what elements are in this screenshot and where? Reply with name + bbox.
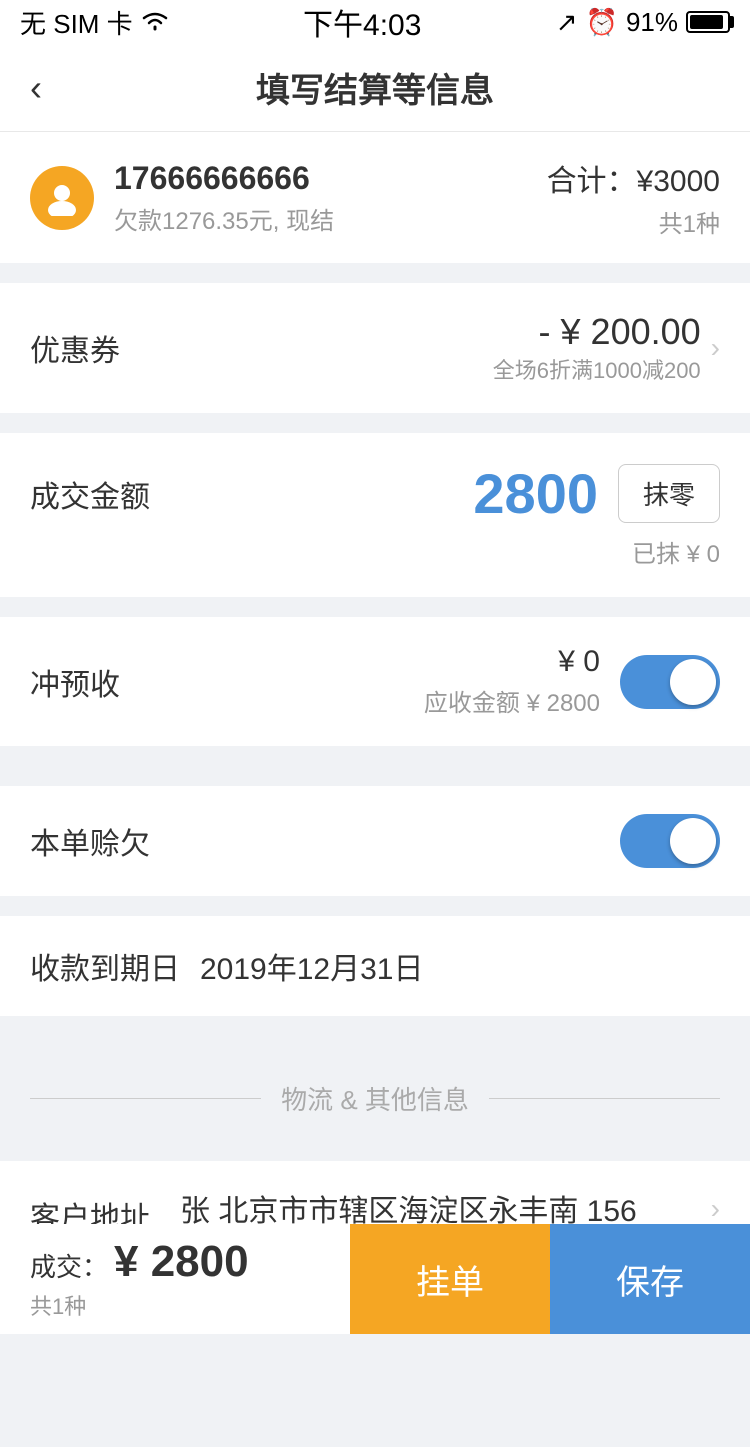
coupon-section[interactable]: 优惠券 - ¥ 200.00 全场6折满1000减200 › bbox=[0, 283, 750, 413]
deal-right: 2800 抹零 bbox=[473, 461, 720, 526]
prepay-label: 冲预收 bbox=[30, 660, 120, 704]
coupon-right: - ¥ 200.00 全场6折满1000减200 › bbox=[493, 311, 720, 385]
prepay-row: 冲预收 ¥ 0 应收金额 ¥ 2800 bbox=[30, 645, 720, 718]
prepay-sub: 应收金额 ¥ 2800 bbox=[424, 683, 600, 718]
wifi-icon bbox=[141, 7, 169, 38]
prepay-right: ¥ 0 应收金额 ¥ 2800 bbox=[424, 645, 720, 718]
bottom-deal-count: 共1种 bbox=[30, 1289, 320, 1321]
battery-icon bbox=[686, 11, 730, 33]
address-chevron: › bbox=[711, 1189, 720, 1225]
bottom-deal-label: 成交： bbox=[30, 1247, 108, 1284]
customer-sub: 欠款1276.35元, 现结 bbox=[114, 201, 334, 236]
coupon-chevron: › bbox=[711, 332, 720, 364]
status-time: 下午4:03 bbox=[303, 0, 421, 44]
total-amount: 合计：¥3000 bbox=[547, 156, 720, 200]
coupon-desc: 全场6折满1000减200 bbox=[493, 353, 701, 385]
carrier-text: 无 SIM 卡 bbox=[20, 4, 133, 41]
coupon-label: 优惠券 bbox=[30, 326, 120, 370]
duedate-value: 2019年12月31日 bbox=[200, 944, 423, 988]
deal-sub: 已抹 ¥ 0 bbox=[30, 534, 720, 569]
back-button[interactable]: ‹ bbox=[30, 67, 42, 109]
customer-info-section: 17666666666 欠款1276.35元, 现结 合计：¥3000 共1种 bbox=[0, 132, 750, 263]
nav-bar: ‹ 填写结算等信息 bbox=[0, 44, 750, 132]
overdue-label: 本单赊欠 bbox=[30, 819, 150, 863]
deal-value: 2800 bbox=[473, 461, 598, 526]
customer-phone: 17666666666 bbox=[114, 160, 334, 197]
status-carrier: 无 SIM 卡 bbox=[20, 4, 169, 41]
location-icon: ↗ bbox=[556, 7, 578, 38]
customer-left: 17666666666 欠款1276.35元, 现结 bbox=[30, 160, 334, 236]
prepay-section: 冲预收 ¥ 0 应收金额 ¥ 2800 bbox=[0, 617, 750, 746]
prepay-toggle[interactable] bbox=[620, 655, 720, 709]
toggle-knob bbox=[670, 659, 716, 705]
separator-1 bbox=[0, 766, 750, 786]
status-right-group: ↗ ⏰ 91% bbox=[556, 7, 730, 38]
duedate-label: 收款到期日 bbox=[30, 944, 180, 988]
round-down-button[interactable]: 抹零 bbox=[618, 464, 720, 523]
hold-button[interactable]: 挂单 bbox=[350, 1224, 550, 1334]
battery-pct: 91% bbox=[626, 7, 678, 38]
bottom-info: 成交： ¥ 2800 共1种 bbox=[0, 1237, 350, 1321]
battery-fill bbox=[690, 15, 723, 29]
customer-right: 合计：¥3000 共1种 bbox=[547, 156, 720, 239]
overdue-toggle-knob bbox=[670, 818, 716, 864]
deal-section: 成交金额 2800 抹零 已抹 ¥ 0 bbox=[0, 433, 750, 597]
bottom-bar: 成交： ¥ 2800 共1种 挂单 保存 bbox=[0, 1224, 750, 1334]
logistics-divider: 物流 & 其他信息 bbox=[0, 1056, 750, 1141]
prepay-val-block: ¥ 0 应收金额 ¥ 2800 bbox=[424, 645, 600, 718]
bottom-deal-amount: ¥ 2800 bbox=[114, 1237, 249, 1287]
overdue-section: 本单赊欠 bbox=[0, 786, 750, 896]
coupon-amount: - ¥ 200.00 bbox=[493, 311, 701, 353]
overdue-toggle[interactable] bbox=[620, 814, 720, 868]
total-count: 共1种 bbox=[547, 204, 720, 239]
deal-label: 成交金额 bbox=[30, 472, 150, 516]
divider-line-right bbox=[489, 1098, 720, 1099]
avatar bbox=[30, 166, 94, 230]
divider-line-left bbox=[30, 1098, 261, 1099]
customer-details: 17666666666 欠款1276.35元, 现结 bbox=[114, 160, 334, 236]
duedate-section: 收款到期日 2019年12月31日 bbox=[0, 916, 750, 1016]
alarm-icon: ⏰ bbox=[586, 7, 618, 38]
save-button[interactable]: 保存 bbox=[550, 1224, 750, 1334]
deal-row: 成交金额 2800 抹零 bbox=[30, 461, 720, 526]
prepay-amount: ¥ 0 bbox=[424, 645, 600, 679]
page-title: 填写结算等信息 bbox=[256, 63, 494, 112]
status-bar: 无 SIM 卡 下午4:03 ↗ ⏰ 91% bbox=[0, 0, 750, 44]
logistics-text: 物流 & 其他信息 bbox=[281, 1080, 469, 1117]
separator-2 bbox=[0, 1036, 750, 1056]
